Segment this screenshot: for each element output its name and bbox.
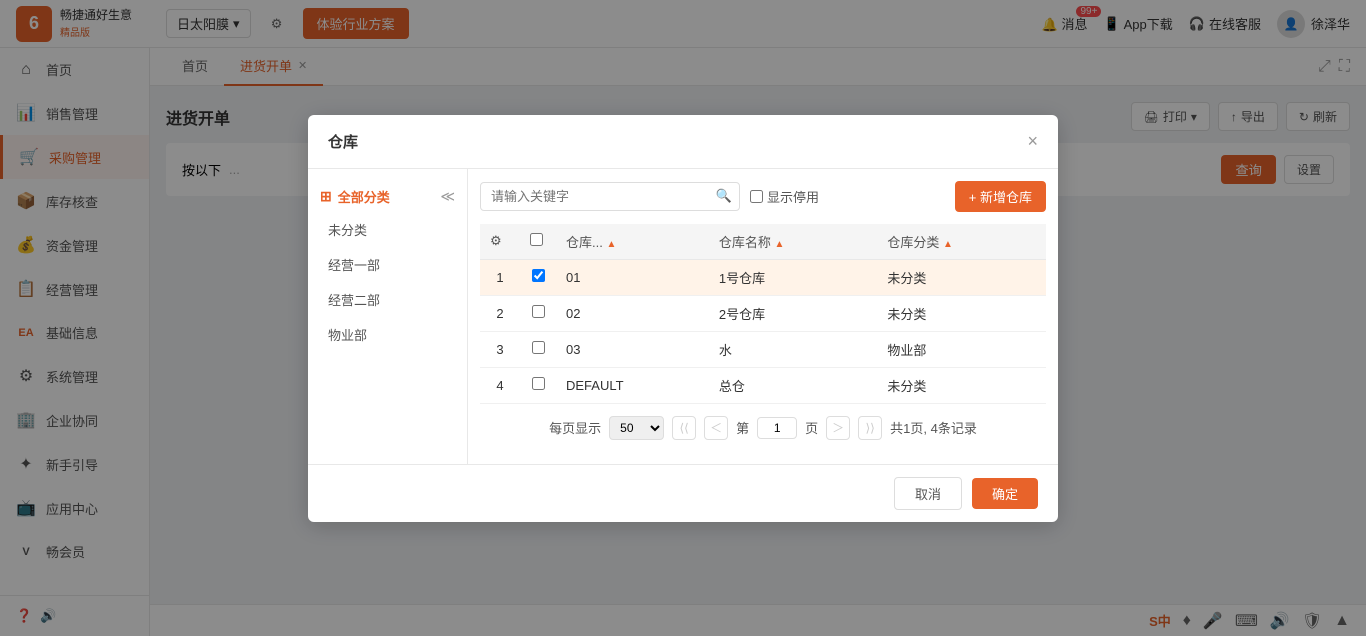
show-disabled-checkbox[interactable] <box>750 190 763 203</box>
modal-search-bar: 🔍 显示停用 + 新增仓库 <box>480 181 1046 212</box>
row-code: 02 <box>556 295 709 331</box>
table-row[interactable]: 2 02 2号仓库 未分类 <box>480 295 1046 331</box>
row-index: 3 <box>480 331 520 367</box>
row-index: 4 <box>480 367 520 403</box>
col-category-header[interactable]: 仓库分类 ▲ <box>877 224 1046 260</box>
row-name: 总仓 <box>709 367 878 403</box>
show-disabled-wrap: 显示停用 <box>750 187 819 206</box>
category-all: ⊞ 全部分类 <box>320 187 390 206</box>
page-number-input[interactable] <box>757 417 797 439</box>
row-category: 物业部 <box>877 331 1046 367</box>
pagination: 每页显示 50 10 20 100 ⟨⟨ ＜ 第 页 ＞ ⟩⟩ 共1页, 4条记… <box>480 404 1046 452</box>
sort-cat-icon: ▲ <box>943 239 953 250</box>
modal-header: 仓库 × <box>308 115 1058 169</box>
row-category: 未分类 <box>877 295 1046 331</box>
modal-body: ⊞ 全部分类 ≪ 未分类 经营一部 经营二部 物业部 🔍 <box>308 169 1058 464</box>
modal-close-button[interactable]: × <box>1027 132 1038 150</box>
collapse-icon[interactable]: ≪ <box>440 188 455 205</box>
row-checkbox[interactable] <box>520 331 556 367</box>
confirm-button[interactable]: 确定 <box>972 478 1038 509</box>
row-checkbox[interactable] <box>520 295 556 331</box>
search-icon[interactable]: 🔍 <box>716 188 732 204</box>
row-checkbox[interactable] <box>520 367 556 403</box>
next-page-button[interactable]: ＞ <box>826 416 850 440</box>
table-head: ⚙ 仓库... ▲ 仓库名称 ▲ <box>480 224 1046 260</box>
category-all-header[interactable]: ⊞ 全部分类 ≪ <box>308 181 467 212</box>
row-name: 1号仓库 <box>709 259 878 295</box>
row-category: 未分类 <box>877 259 1046 295</box>
cat-item-uncategorized[interactable]: 未分类 <box>308 212 467 247</box>
first-page-button[interactable]: ⟨⟨ <box>672 416 696 440</box>
select-all-checkbox[interactable] <box>530 233 543 246</box>
row-name: 2号仓库 <box>709 295 878 331</box>
table-wrapper: ⚙ 仓库... ▲ 仓库名称 ▲ <box>480 224 1046 404</box>
sort-code-icon: ▲ <box>606 239 616 250</box>
per-page-label: 每页显示 <box>549 418 601 437</box>
per-page-select[interactable]: 50 10 20 100 <box>609 416 664 440</box>
row-code: DEFAULT <box>556 367 709 403</box>
add-warehouse-button[interactable]: + 新增仓库 <box>955 181 1046 212</box>
row-index: 2 <box>480 295 520 331</box>
prev-page-button[interactable]: ＜ <box>704 416 728 440</box>
cat-item-dept2[interactable]: 经营二部 <box>308 282 467 317</box>
row-checkbox[interactable] <box>520 259 556 295</box>
col-code-header[interactable]: 仓库... ▲ <box>556 224 709 260</box>
cat-item-property[interactable]: 物业部 <box>308 317 467 352</box>
row-code: 03 <box>556 331 709 367</box>
page-suffix: 页 <box>805 418 818 437</box>
cat-item-dept1[interactable]: 经营一部 <box>308 247 467 282</box>
col-gear: ⚙ <box>480 224 520 260</box>
modal-footer: 取消 确定 <box>308 464 1058 522</box>
warehouse-modal: 仓库 × ⊞ 全部分类 ≪ 未分类 经营一部 经营二部 物业部 <box>308 115 1058 522</box>
col-name-header[interactable]: 仓库名称 ▲ <box>709 224 878 260</box>
total-info: 共1页, 4条记录 <box>890 418 977 437</box>
table-row[interactable]: 4 DEFAULT 总仓 未分类 <box>480 367 1046 403</box>
col-check <box>520 224 556 260</box>
content-panel: 🔍 显示停用 + 新增仓库 ⚙ <box>468 169 1058 464</box>
category-panel: ⊞ 全部分类 ≪ 未分类 经营一部 经营二部 物业部 <box>308 169 468 464</box>
row-index: 1 <box>480 259 520 295</box>
grid-icon: ⊞ <box>320 188 332 205</box>
table-row[interactable]: 1 01 1号仓库 未分类 <box>480 259 1046 295</box>
sort-name-icon: ▲ <box>774 239 784 250</box>
table-body: 1 01 1号仓库 未分类 2 02 2号仓库 未分类 3 03 水 物业部 4… <box>480 259 1046 403</box>
table-row[interactable]: 3 03 水 物业部 <box>480 331 1046 367</box>
search-input-wrap: 🔍 <box>480 182 740 211</box>
cancel-button[interactable]: 取消 <box>894 477 962 510</box>
search-input[interactable] <box>480 182 740 211</box>
last-page-button[interactable]: ⟩⟩ <box>858 416 882 440</box>
modal-title: 仓库 <box>328 131 358 152</box>
modal-overlay[interactable]: 仓库 × ⊞ 全部分类 ≪ 未分类 经营一部 经营二部 物业部 <box>0 0 1366 636</box>
category-all-label: 全部分类 <box>338 187 390 206</box>
row-category: 未分类 <box>877 367 1046 403</box>
page-label: 第 <box>736 418 749 437</box>
warehouse-table: ⚙ 仓库... ▲ 仓库名称 ▲ <box>480 224 1046 404</box>
row-name: 水 <box>709 331 878 367</box>
show-disabled-label: 显示停用 <box>767 187 819 206</box>
row-code: 01 <box>556 259 709 295</box>
